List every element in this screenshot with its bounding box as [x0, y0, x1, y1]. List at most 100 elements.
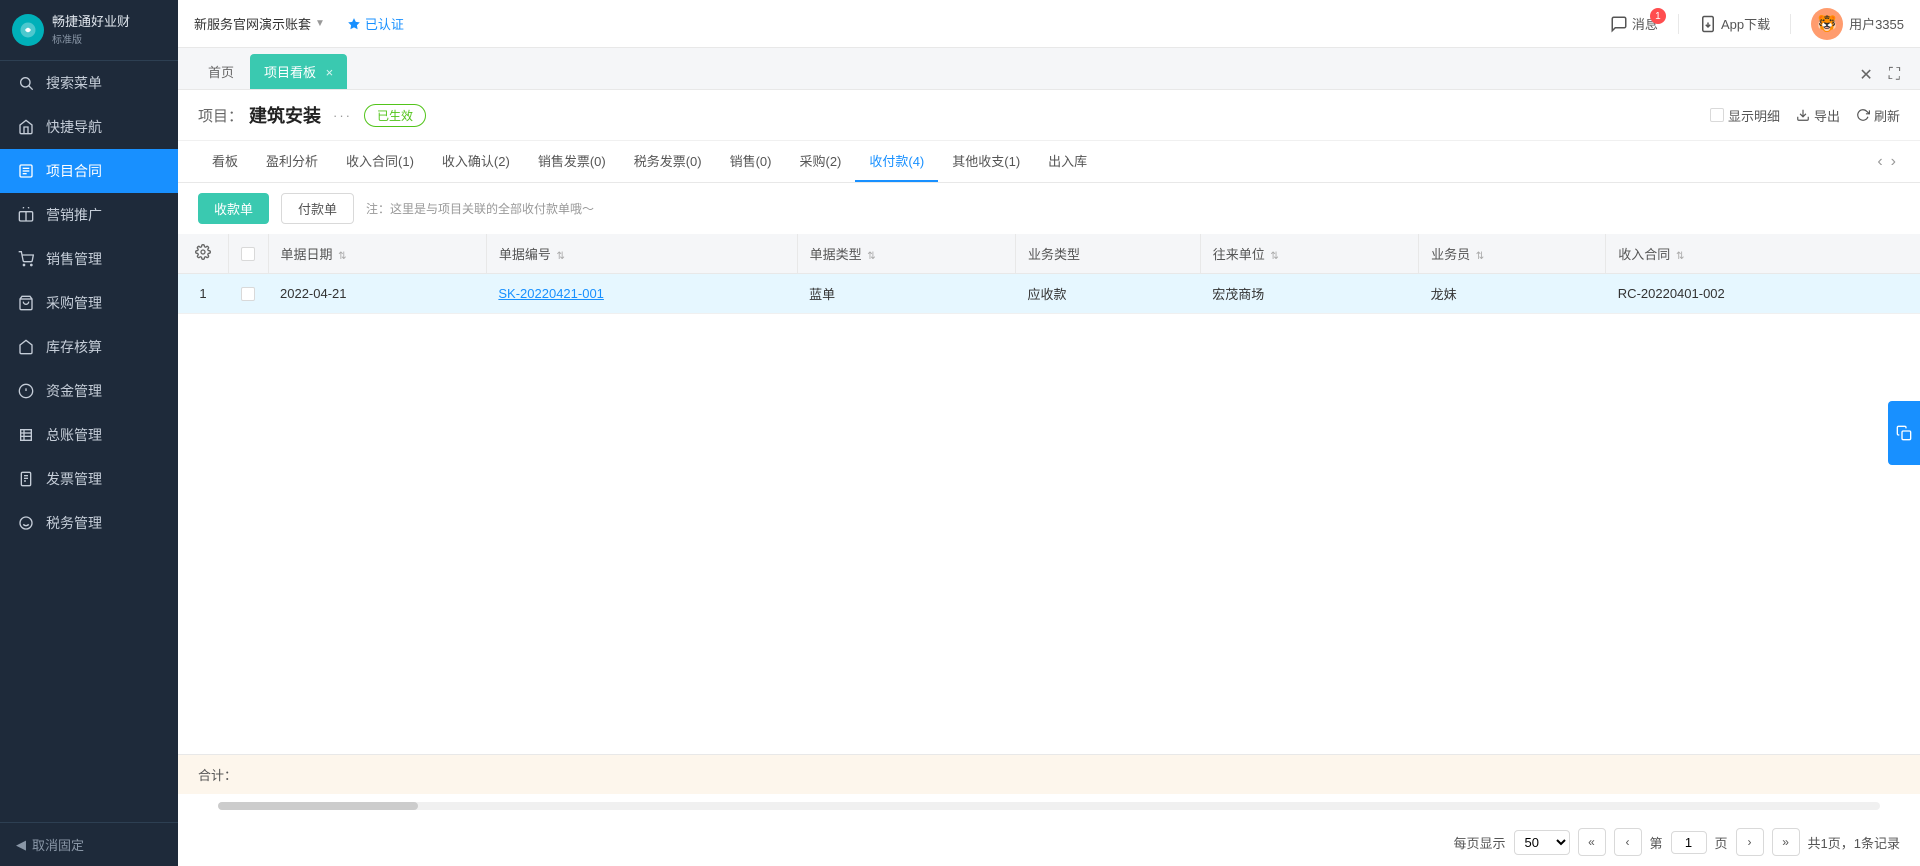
show-detail-checkbox[interactable]: [1710, 108, 1724, 122]
cell-doc-no[interactable]: SK-20220421-001: [486, 274, 797, 314]
table-header-row: 单据日期 ⇅ 单据编号 ⇅ 单据类型 ⇅ 业务类型: [178, 234, 1920, 274]
sort-icon: ⇅: [1476, 251, 1484, 262]
sub-tab-prev-button[interactable]: ‹: [1873, 153, 1886, 171]
sidebar-item-quick-nav-label: 快捷导航: [46, 117, 102, 137]
th-partner[interactable]: 往来单位 ⇅: [1200, 234, 1418, 274]
last-page-button[interactable]: »: [1772, 828, 1800, 856]
prev-page-button[interactable]: ‹: [1614, 828, 1642, 856]
sort-icon: ⇅: [557, 251, 565, 262]
content-area: 项目： 建筑安装 ··· 已生效 显示明细 导出 刷新: [178, 90, 1920, 866]
topbar: 新服务官网演示账套 ▼ 已认证 消息 1 App下载 🐯 用户3355: [178, 0, 1920, 48]
table-row[interactable]: 1 2022-04-21 SK-20220421-001 蓝单 应收款 宏茂商场…: [178, 274, 1920, 314]
certified-badge: 已认证: [347, 14, 404, 33]
project-more-button[interactable]: ···: [333, 108, 352, 123]
search-icon: [16, 73, 36, 93]
sub-tab-kanban[interactable]: 看板: [198, 141, 252, 182]
sidebar-footer-unpin[interactable]: ◀ 取消固定: [0, 822, 178, 866]
cell-salesman: 龙妹: [1419, 274, 1606, 314]
app-name: 畅捷通好业财: [52, 14, 130, 31]
tab-project-board-label: 项目看板: [264, 65, 316, 80]
sub-tab-inout-storage[interactable]: 出入库: [1034, 141, 1101, 182]
tab-close-icon[interactable]: ×: [326, 65, 334, 80]
messages-button[interactable]: 消息 1: [1610, 14, 1658, 33]
show-detail-label: 显示明细: [1728, 106, 1780, 125]
page-number-input[interactable]: [1671, 831, 1707, 854]
close-window-button[interactable]: ✕: [1855, 61, 1876, 89]
app-edition: 标准版: [52, 31, 130, 46]
sidebar-item-ledger[interactable]: 总账管理: [0, 413, 178, 457]
show-detail-toggle[interactable]: 显示明细: [1710, 106, 1780, 125]
th-doc-date[interactable]: 单据日期 ⇅: [268, 234, 486, 274]
refresh-button[interactable]: 刷新: [1856, 106, 1900, 125]
cell-doc-type: 蓝单: [797, 274, 1015, 314]
per-page-select[interactable]: 50 100 200: [1514, 830, 1570, 855]
th-settings[interactable]: [178, 234, 228, 274]
messages-badge: 1: [1650, 8, 1666, 24]
sidebar-item-marketing[interactable]: 营销推广: [0, 193, 178, 237]
tab-project-board[interactable]: 项目看板 ×: [250, 54, 347, 89]
sub-tab-other-expense[interactable]: 其他收支(1): [938, 141, 1034, 182]
sub-tab-next-button[interactable]: ›: [1887, 153, 1900, 171]
user-menu-button[interactable]: 🐯 用户3355: [1811, 8, 1904, 40]
tabbar-controls: ✕ ⛶: [1855, 61, 1904, 89]
export-button[interactable]: 导出: [1796, 106, 1840, 125]
workspace-selector[interactable]: 新服务官网演示账套 ▼: [194, 14, 325, 33]
sidebar-item-inventory[interactable]: 库存核算: [0, 325, 178, 369]
horizontal-scrollbar[interactable]: [218, 802, 1880, 810]
th-income-contract[interactable]: 收入合同 ⇅: [1606, 234, 1920, 274]
tab-home[interactable]: 首页: [194, 54, 248, 89]
next-page-button[interactable]: ›: [1736, 828, 1764, 856]
sidebar-item-project-contract[interactable]: 项目合同: [0, 149, 178, 193]
sub-tab-sales-invoice[interactable]: 销售发票(0): [524, 141, 620, 182]
pagination: 每页显示 50 100 200 « ‹ 第 页 › » 共1页，1条记录: [178, 818, 1920, 866]
sidebar-item-purchase[interactable]: 采购管理: [0, 281, 178, 325]
sidebar-item-tax[interactable]: 税务管理: [0, 501, 178, 545]
sort-icon: ⇅: [867, 251, 875, 262]
cell-biz-type: 应收款: [1015, 274, 1200, 314]
sub-tab-receipt[interactable]: 收付款(4): [855, 141, 938, 182]
th-doc-type[interactable]: 单据类型 ⇅: [797, 234, 1015, 274]
table-summary: 合计：: [178, 754, 1920, 794]
sidebar-item-inventory-label: 库存核算: [46, 337, 102, 357]
sub-tab-income-confirm[interactable]: 收入确认(2): [428, 141, 524, 182]
sub-tab-income-contract[interactable]: 收入合同(1): [332, 141, 428, 182]
main-area: 新服务官网演示账套 ▼ 已认证 消息 1 App下载 🐯 用户3355: [178, 0, 1920, 866]
sidebar-item-funds[interactable]: 资金管理: [0, 369, 178, 413]
th-checkbox[interactable]: [228, 234, 268, 274]
cell-checkbox[interactable]: [228, 274, 268, 314]
scroll-thumb[interactable]: [218, 802, 418, 810]
summary-label: 合计：: [198, 768, 237, 783]
export-label: 导出: [1814, 106, 1840, 125]
sidebar-item-quick-nav[interactable]: 快捷导航: [0, 105, 178, 149]
app-download-button[interactable]: App下载: [1699, 14, 1770, 33]
app-logo: [12, 14, 44, 46]
payment-btn[interactable]: 付款单: [281, 193, 354, 224]
unpin-icon: ◀: [16, 837, 26, 853]
sub-tab-sales[interactable]: 销售(0): [716, 141, 786, 182]
sidebar-item-search[interactable]: 搜索菜单: [0, 61, 178, 105]
cart-icon: [16, 249, 36, 269]
table-container: 单据日期 ⇅ 单据编号 ⇅ 单据类型 ⇅ 业务类型: [178, 234, 1920, 754]
sidebar-item-search-label: 搜索菜单: [46, 73, 102, 93]
cell-index: 1: [178, 274, 228, 314]
scroll-track-container: [178, 794, 1920, 818]
th-doc-no[interactable]: 单据编号 ⇅: [486, 234, 797, 274]
sidebar-item-sales[interactable]: 销售管理: [0, 237, 178, 281]
sub-tab-profit[interactable]: 盈利分析: [252, 141, 332, 182]
sidebar-item-project-contract-label: 项目合同: [46, 161, 102, 181]
sidebar: 畅捷通好业财 标准版 搜索菜单 快捷导航 项目合同: [0, 0, 178, 866]
tax-icon: [16, 513, 36, 533]
maximize-window-button[interactable]: ⛶: [1885, 62, 1904, 88]
sub-tab-purchase[interactable]: 采购(2): [785, 141, 855, 182]
sidebar-item-invoice[interactable]: 发票管理: [0, 457, 178, 501]
float-action-button[interactable]: [1888, 401, 1920, 465]
sub-tab-tax-invoice[interactable]: 税务发票(0): [620, 141, 716, 182]
sidebar-item-sales-label: 销售管理: [46, 249, 102, 269]
th-salesman[interactable]: 业务员 ⇅: [1419, 234, 1606, 274]
topbar-right: 消息 1 App下载 🐯 用户3355: [1610, 8, 1904, 40]
receipt-btn[interactable]: 收款单: [198, 193, 269, 224]
first-page-button[interactable]: «: [1578, 828, 1606, 856]
app-download-label: App下载: [1721, 14, 1770, 33]
sidebar-item-purchase-label: 采购管理: [46, 293, 102, 313]
per-page-label: 每页显示: [1453, 833, 1505, 852]
